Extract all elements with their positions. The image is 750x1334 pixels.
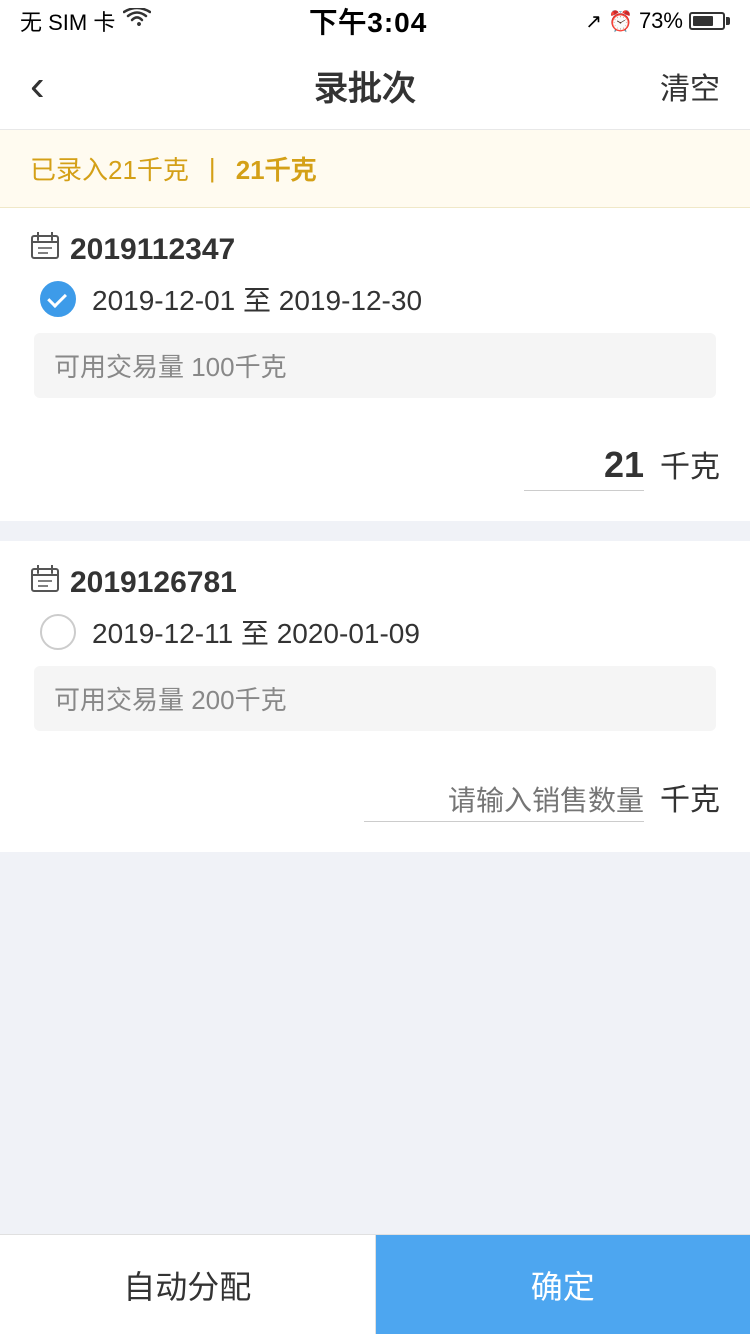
batch-1-id: 2019112347 (70, 233, 235, 267)
batch-2-date: 2019-12-11 至 2020-01-09 (92, 612, 420, 652)
batch-1-header: 2019112347 (30, 232, 720, 267)
auto-distribute-button[interactable]: 自动分配 (0, 1235, 376, 1334)
no-sim-label: 无 SIM 卡 (20, 5, 115, 37)
back-button[interactable]: ‹ (30, 61, 90, 111)
batch-2-avail: 可用交易量 200千克 (34, 666, 716, 731)
status-left: 无 SIM 卡 (20, 5, 151, 37)
batch-1-quantity-input[interactable] (524, 444, 644, 491)
recorded-label: 已录入21千克 (30, 150, 189, 187)
batch-1-unit: 千克 (660, 442, 720, 486)
batch-item-1[interactable]: 2019112347 2019-12-01 至 2019-12-30 可用交易量… (0, 208, 750, 521)
battery-icon (689, 12, 730, 30)
batch-1-radio[interactable] (40, 281, 76, 317)
batch-2-header: 2019126781 (30, 565, 720, 600)
batch-1-date: 2019-12-01 至 2019-12-30 (92, 279, 422, 319)
batch-2-radio[interactable] (40, 614, 76, 650)
status-right: ↗ ⏰ 73% (585, 8, 730, 34)
page-title: 录批次 (314, 61, 416, 110)
separator-1 (0, 521, 750, 541)
batch-1-quantity-row: 千克 (0, 422, 750, 491)
alarm-icon: ⏰ (608, 9, 633, 34)
status-time: 下午3:04 (309, 1, 427, 41)
status-bar: 无 SIM 卡 下午3:04 ↗ ⏰ 73% (0, 0, 750, 42)
batch-2-id: 2019126781 (70, 566, 237, 600)
banner-divider: | (209, 153, 216, 184)
batch-2-quantity-input[interactable] (364, 785, 644, 822)
nav-bar: ‹ 录批次 清空 (0, 42, 750, 130)
gps-icon: ↗ (585, 9, 602, 34)
batch-1-icon (30, 232, 60, 267)
wifi-icon (123, 8, 151, 34)
batch-1-date-row[interactable]: 2019-12-01 至 2019-12-30 (40, 279, 720, 319)
clear-button[interactable]: 清空 (640, 64, 720, 108)
batch-2-icon (30, 565, 60, 600)
batch-1-avail: 可用交易量 100千克 (34, 333, 716, 398)
battery-percent: 73% (639, 8, 683, 34)
confirm-button[interactable]: 确定 (376, 1235, 750, 1334)
batch-2-date-row[interactable]: 2019-12-11 至 2020-01-09 (40, 612, 720, 652)
batch-item-2[interactable]: 2019126781 2019-12-11 至 2020-01-09 可用交易量… (0, 541, 750, 852)
recorded-value: 21千克 (236, 150, 317, 187)
info-banner: 已录入21千克 | 21千克 (0, 130, 750, 208)
footer: 自动分配 确定 (0, 1234, 750, 1334)
batch-2-quantity-row: 千克 (0, 755, 750, 822)
batch-2-unit: 千克 (660, 775, 720, 819)
